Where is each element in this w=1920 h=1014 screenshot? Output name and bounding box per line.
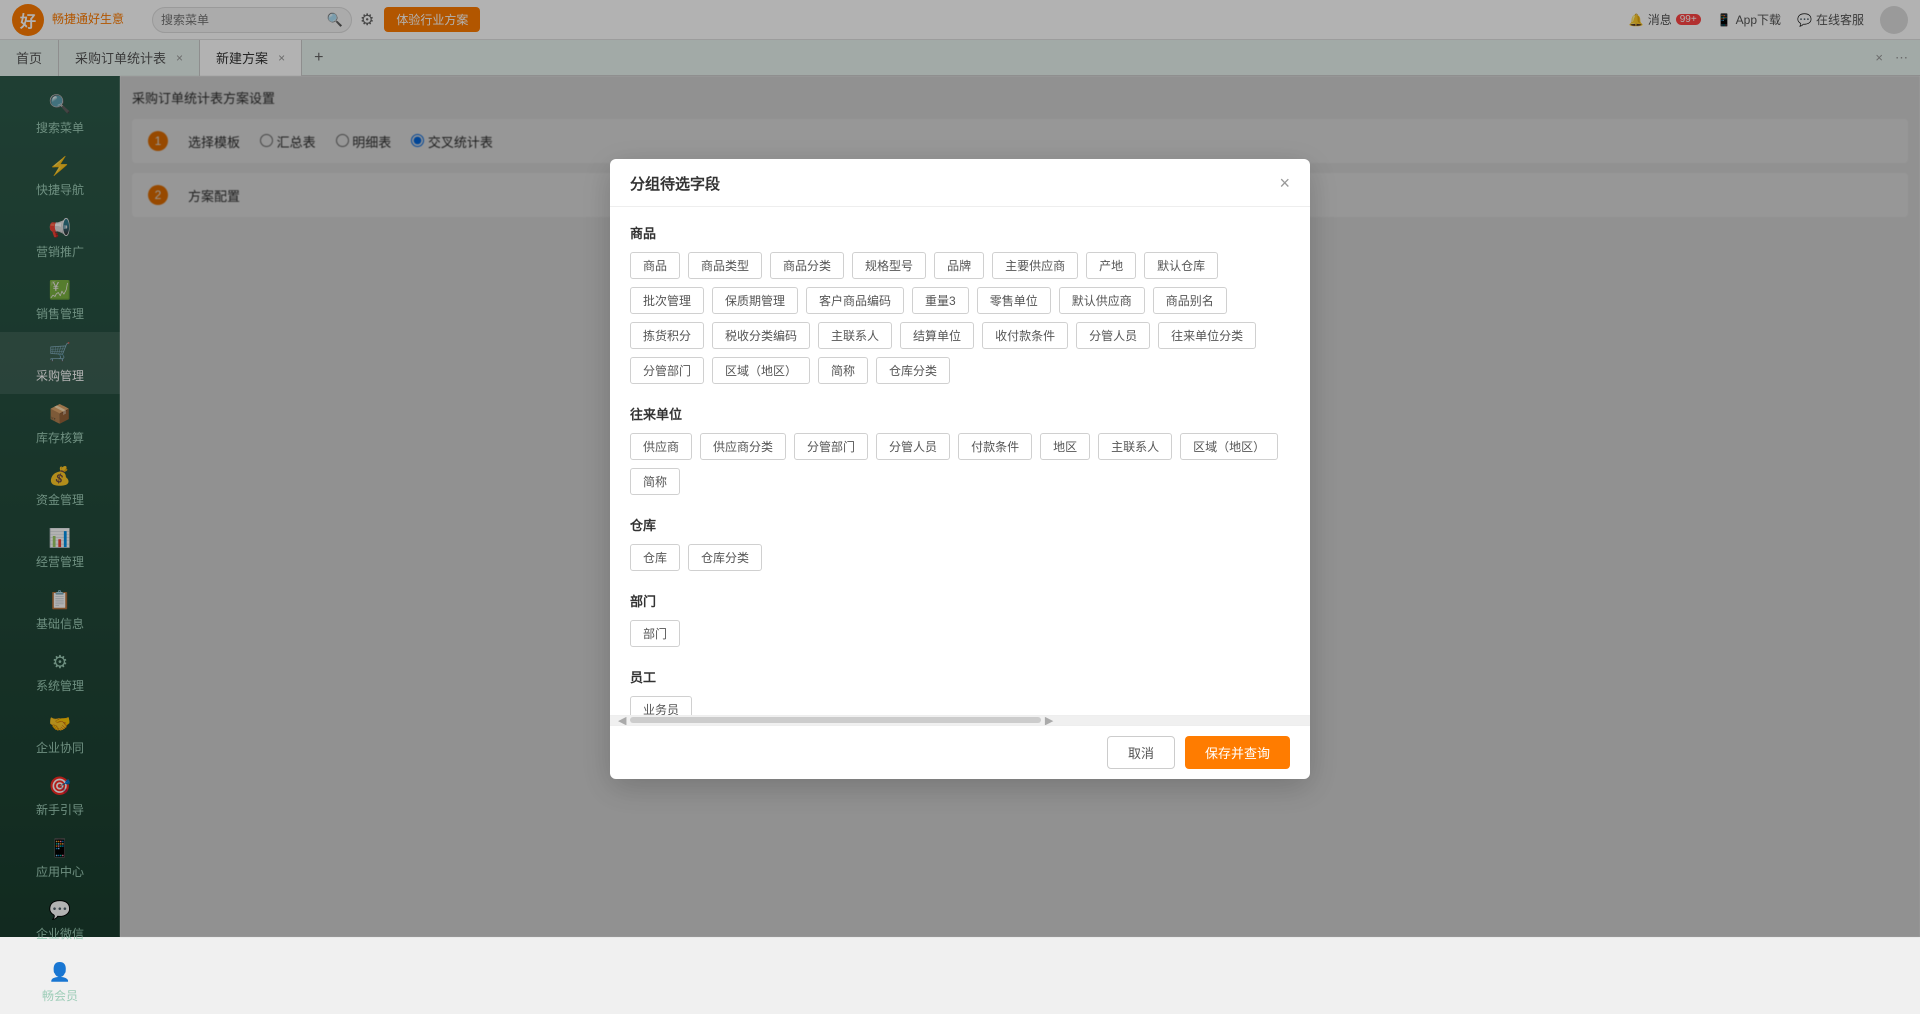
field-tag-product-settlement-unit[interactable]: 结算单位 xyxy=(900,322,974,349)
section-employee: 员工 业务员 xyxy=(630,667,1290,715)
field-tag-product-spec[interactable]: 规格型号 xyxy=(852,252,926,279)
section-product-tags: 商品 商品类型 商品分类 规格型号 品牌 主要供应商 产地 默认仓库 批次管理 … xyxy=(630,252,1290,384)
member-icon: 👤 xyxy=(49,962,71,983)
section-product-title: 商品 xyxy=(630,223,1290,242)
field-tag-product-default-warehouse[interactable]: 默认仓库 xyxy=(1144,252,1218,279)
field-tag-partner-area[interactable]: 区域（地区） xyxy=(1180,433,1278,460)
field-tag-product-type[interactable]: 商品类型 xyxy=(688,252,762,279)
field-tag-product-default-supplier[interactable]: 默认供应商 xyxy=(1059,287,1145,314)
modal-horizontal-scrollbar[interactable]: ◀ ▶ xyxy=(610,715,1310,725)
section-warehouse-tags: 仓库 仓库分类 xyxy=(630,544,1290,571)
field-tag-product-weight[interactable]: 重量3 xyxy=(912,287,969,314)
field-tag-product-payment-terms[interactable]: 收付款条件 xyxy=(982,322,1068,349)
field-tag-employee-salesman[interactable]: 业务员 xyxy=(630,696,692,715)
modal-footer: 取消 保存并查询 xyxy=(610,725,1310,779)
field-tag-product-retail-unit[interactable]: 零售单位 xyxy=(977,287,1051,314)
cancel-button[interactable]: 取消 xyxy=(1107,736,1175,769)
section-employee-title: 员工 xyxy=(630,667,1290,686)
sidebar-item-label-member: 畅会员 xyxy=(42,987,78,1004)
field-tag-partner-manager[interactable]: 分管人员 xyxy=(876,433,950,460)
modal-body: 商品 商品 商品类型 商品分类 规格型号 品牌 主要供应商 产地 默认仓库 批次… xyxy=(610,207,1310,715)
save-button[interactable]: 保存并查询 xyxy=(1185,736,1290,769)
field-tag-product-partner-category[interactable]: 往来单位分类 xyxy=(1158,322,1256,349)
sidebar-item-member[interactable]: 👤 畅会员 xyxy=(0,952,120,1014)
field-tag-product-dept[interactable]: 分管部门 xyxy=(630,357,704,384)
field-tag-product-main-supplier[interactable]: 主要供应商 xyxy=(992,252,1078,279)
modal-header: 分组待选字段 × xyxy=(610,159,1310,207)
field-tag-product-tax-code[interactable]: 税收分类编码 xyxy=(712,322,810,349)
section-dept: 部门 部门 xyxy=(630,591,1290,647)
field-tag-partner-short-name[interactable]: 简称 xyxy=(630,468,680,495)
field-tag-product-shelf-life[interactable]: 保质期管理 xyxy=(712,287,798,314)
field-tag-partner-supplier[interactable]: 供应商 xyxy=(630,433,692,460)
section-warehouse-title: 仓库 xyxy=(630,515,1290,534)
field-tag-product-origin[interactable]: 产地 xyxy=(1086,252,1136,279)
field-tag-warehouse-warehouse[interactable]: 仓库 xyxy=(630,544,680,571)
field-select-modal: 分组待选字段 × 商品 商品 商品类型 商品分类 规格型号 品牌 主要供应商 产… xyxy=(610,159,1310,779)
section-warehouse: 仓库 仓库 仓库分类 xyxy=(630,515,1290,571)
modal-close-btn[interactable]: × xyxy=(1279,173,1290,194)
field-tag-product-alias[interactable]: 商品别名 xyxy=(1153,287,1227,314)
field-tag-warehouse-category[interactable]: 仓库分类 xyxy=(688,544,762,571)
hscroll-thumb[interactable] xyxy=(630,717,1040,723)
section-partner: 往来单位 供应商 供应商分类 分管部门 分管人员 付款条件 地区 主联系人 区域… xyxy=(630,404,1290,495)
section-partner-tags: 供应商 供应商分类 分管部门 分管人员 付款条件 地区 主联系人 区域（地区） … xyxy=(630,433,1290,495)
field-tag-partner-supplier-category[interactable]: 供应商分类 xyxy=(700,433,786,460)
field-tag-product-manager[interactable]: 分管人员 xyxy=(1076,322,1150,349)
field-tag-product-warehouse-category[interactable]: 仓库分类 xyxy=(876,357,950,384)
sidebar-bottom: 👤 畅会员 xyxy=(0,952,120,1014)
field-tag-product-customer-code[interactable]: 客户商品编码 xyxy=(806,287,904,314)
section-partner-title: 往来单位 xyxy=(630,404,1290,423)
field-tag-product-contact[interactable]: 主联系人 xyxy=(818,322,892,349)
field-tag-partner-contact[interactable]: 主联系人 xyxy=(1098,433,1172,460)
field-tag-product-short-name[interactable]: 简称 xyxy=(818,357,868,384)
field-tag-product-product[interactable]: 商品 xyxy=(630,252,680,279)
field-tag-partner-dept[interactable]: 分管部门 xyxy=(794,433,868,460)
section-product: 商品 商品 商品类型 商品分类 规格型号 品牌 主要供应商 产地 默认仓库 批次… xyxy=(630,223,1290,384)
section-employee-tags: 业务员 xyxy=(630,696,1290,715)
modal-title: 分组待选字段 xyxy=(630,173,720,194)
field-tag-product-brand[interactable]: 品牌 xyxy=(934,252,984,279)
field-tag-dept-dept[interactable]: 部门 xyxy=(630,620,680,647)
section-dept-tags: 部门 xyxy=(630,620,1290,647)
field-tag-product-pick-score[interactable]: 拣货积分 xyxy=(630,322,704,349)
field-tag-partner-payment[interactable]: 付款条件 xyxy=(958,433,1032,460)
field-tag-product-region[interactable]: 区域（地区） xyxy=(712,357,810,384)
modal-overlay[interactable]: 分组待选字段 × 商品 商品 商品类型 商品分类 规格型号 品牌 主要供应商 产… xyxy=(0,0,1920,937)
section-dept-title: 部门 xyxy=(630,591,1290,610)
field-tag-product-batch[interactable]: 批次管理 xyxy=(630,287,704,314)
field-tag-partner-region[interactable]: 地区 xyxy=(1040,433,1090,460)
field-tag-product-category[interactable]: 商品分类 xyxy=(770,252,844,279)
